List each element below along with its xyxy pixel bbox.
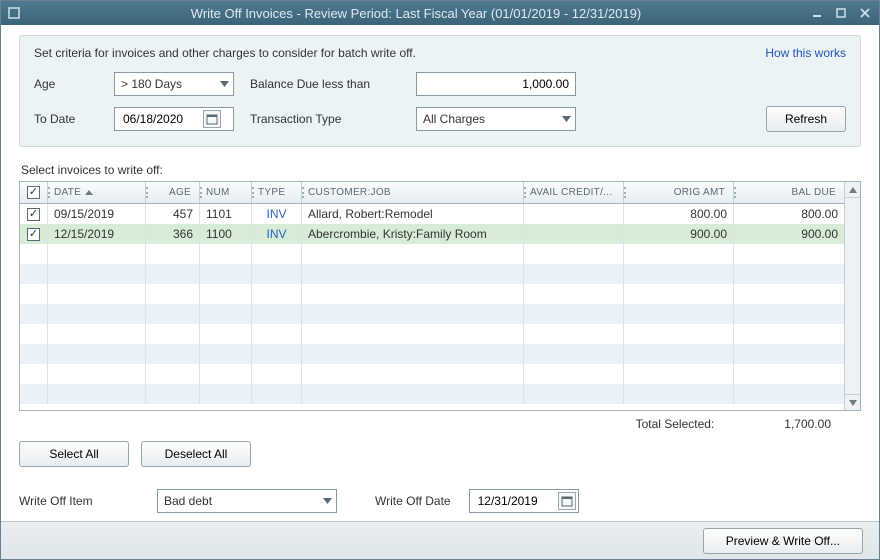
scroll-up-icon[interactable] (845, 182, 860, 198)
table-row (20, 324, 844, 344)
titlebar: Write Off Invoices - Review Period: Last… (1, 1, 879, 25)
window-icon (7, 6, 21, 20)
chevron-down-icon (322, 496, 332, 506)
maximize-button[interactable] (831, 5, 851, 21)
help-link[interactable]: How this works (765, 46, 846, 60)
invoice-type-link[interactable]: INV (266, 207, 286, 221)
total-row: Total Selected: 1,700.00 (19, 411, 861, 435)
check-all-checkbox[interactable] (27, 186, 40, 199)
calendar-icon[interactable] (558, 492, 576, 510)
todate-field[interactable] (121, 111, 199, 127)
chevron-down-icon (219, 79, 229, 89)
table-row[interactable]: 12/15/20193661100INVAbercrombie, Kristy:… (20, 224, 844, 244)
header-avail-credit[interactable]: AVAIL CREDIT/... (524, 182, 624, 203)
writeoff-settings: Write Off Item Bad debt Write Off Date (19, 489, 861, 513)
minimize-button[interactable] (807, 5, 827, 21)
baldue-label: Balance Due less than (250, 77, 400, 91)
table-row (20, 344, 844, 364)
header-age[interactable]: AGE (146, 182, 200, 203)
table-row (20, 364, 844, 384)
select-invoices-label: Select invoices to write off: (21, 163, 861, 177)
writeoff-item-label: Write Off Item (19, 494, 139, 508)
preview-writeoff-button[interactable]: Preview & Write Off... (703, 528, 863, 554)
vertical-scrollbar[interactable] (844, 182, 860, 410)
baldue-field[interactable] (423, 76, 571, 92)
footer-bar: Preview & Write Off... (1, 521, 879, 559)
row-checkbox[interactable] (27, 228, 40, 241)
calendar-icon[interactable] (203, 110, 221, 128)
window-title: Write Off Invoices - Review Period: Last… (29, 6, 803, 21)
age-label: Age (34, 77, 98, 91)
header-check-all[interactable] (20, 182, 48, 203)
header-bal-due[interactable]: BAL DUE (734, 182, 844, 203)
txntype-value: All Charges (423, 112, 485, 126)
txntype-label: Transaction Type (250, 112, 400, 126)
close-button[interactable] (855, 5, 875, 21)
chevron-down-icon (561, 114, 571, 124)
table-row (20, 244, 844, 264)
table-rows: 09/15/20194571101INVAllard, Robert:Remod… (20, 204, 844, 410)
writeoff-item-dropdown[interactable]: Bad debt (157, 489, 337, 513)
writeoff-date-input[interactable] (469, 489, 579, 513)
criteria-instruction: Set criteria for invoices and other char… (34, 46, 416, 60)
deselect-all-button[interactable]: Deselect All (141, 441, 251, 467)
table-row (20, 284, 844, 304)
write-off-window: Write Off Invoices - Review Period: Last… (0, 0, 880, 560)
txntype-dropdown[interactable]: All Charges (416, 107, 576, 131)
row-checkbox[interactable] (27, 208, 40, 221)
header-orig-amt[interactable]: ORIG AMT (624, 182, 734, 203)
todate-input[interactable] (114, 107, 234, 131)
writeoff-date-label: Write Off Date (375, 494, 451, 508)
todate-label: To Date (34, 112, 98, 126)
select-all-button[interactable]: Select All (19, 441, 129, 467)
table-row (20, 384, 844, 404)
baldue-input[interactable] (416, 72, 576, 96)
refresh-button[interactable]: Refresh (766, 106, 846, 132)
age-value: > 180 Days (121, 77, 182, 91)
invoice-table: DATE AGE NUM TYPE (19, 181, 861, 411)
writeoff-item-value: Bad debt (164, 494, 212, 508)
criteria-panel: Set criteria for invoices and other char… (19, 35, 861, 147)
table-header: DATE AGE NUM TYPE (20, 182, 844, 204)
content-area: Set criteria for invoices and other char… (1, 25, 879, 521)
header-type[interactable]: TYPE (252, 182, 302, 203)
header-date[interactable]: DATE (48, 182, 146, 203)
sort-asc-icon (85, 190, 93, 195)
writeoff-date-field[interactable] (476, 493, 554, 509)
age-dropdown[interactable]: > 180 Days (114, 72, 234, 96)
header-num[interactable]: NUM (200, 182, 252, 203)
total-label: Total Selected: (636, 417, 715, 431)
invoice-type-link[interactable]: INV (266, 227, 286, 241)
scroll-down-icon[interactable] (845, 394, 860, 410)
refresh-label: Refresh (785, 112, 827, 126)
table-row (20, 264, 844, 284)
total-value: 1,700.00 (784, 417, 831, 431)
scroll-track[interactable] (845, 198, 860, 394)
table-row (20, 304, 844, 324)
table-row[interactable]: 09/15/20194571101INVAllard, Robert:Remod… (20, 204, 844, 224)
header-customer[interactable]: CUSTOMER:JOB (302, 182, 524, 203)
